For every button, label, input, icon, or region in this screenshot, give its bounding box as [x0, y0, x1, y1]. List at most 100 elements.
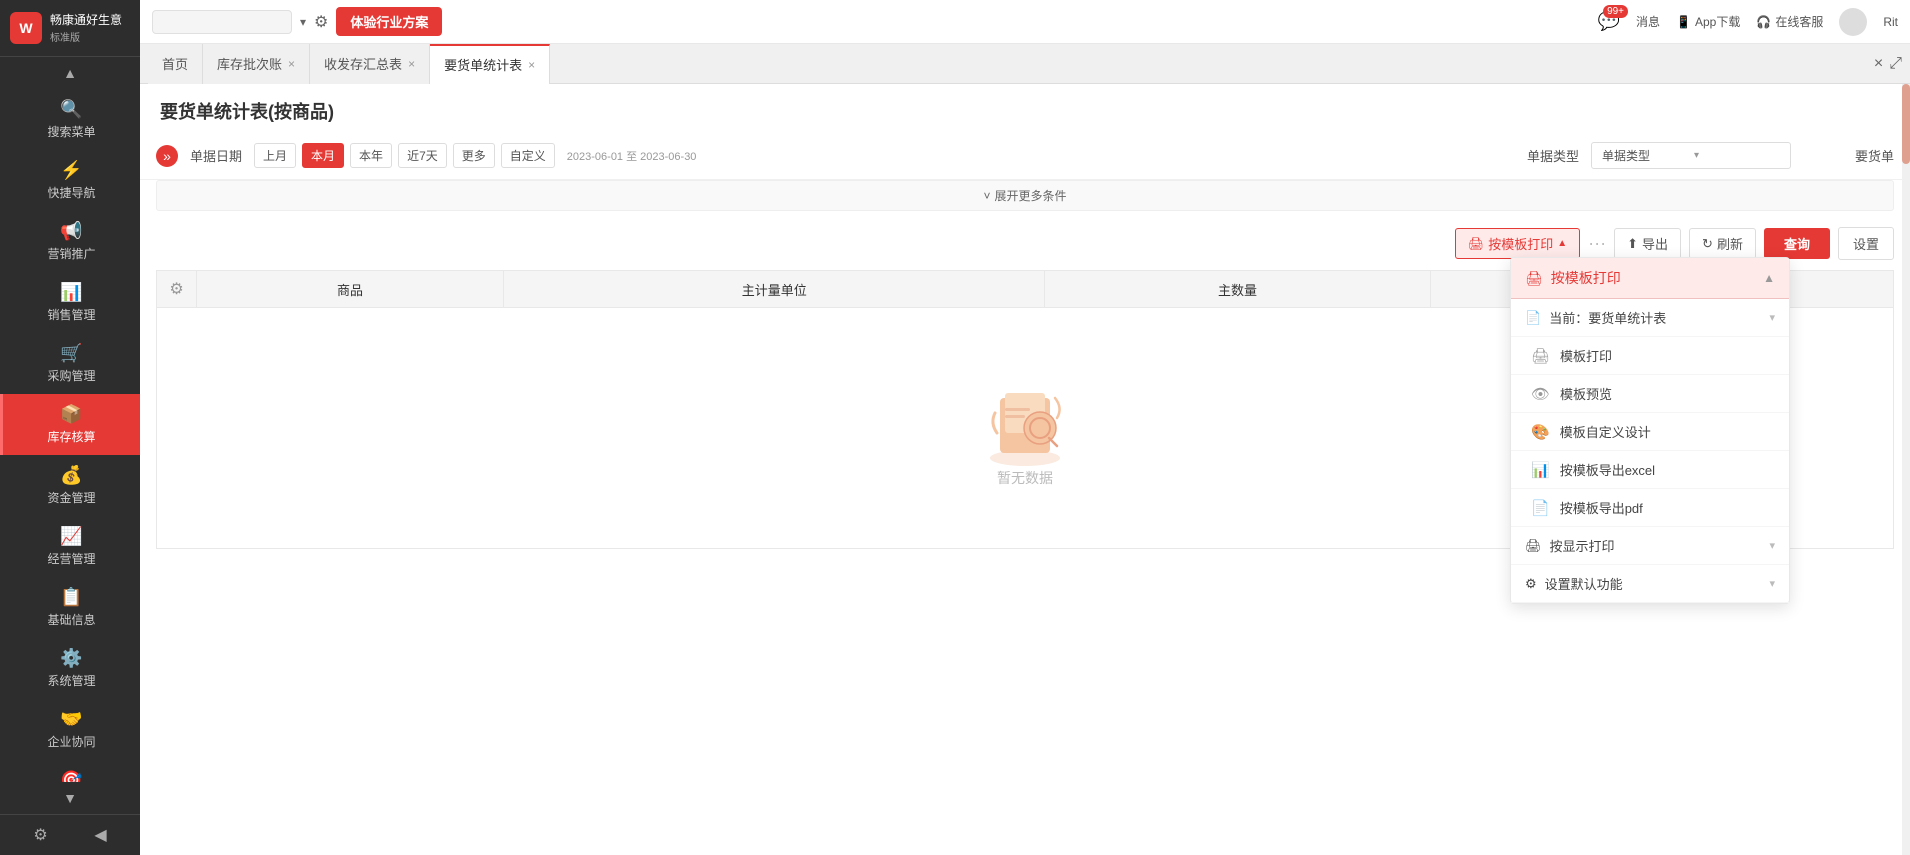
- collapse-sidebar-btn[interactable]: ◀: [94, 825, 106, 845]
- tabbar: 首页 库存批次账 × 收发存汇总表 × 要货单统计表 × × ⤢: [140, 44, 1910, 84]
- sidebar-item-system[interactable]: ⚙️ 系统管理: [0, 638, 140, 699]
- settings-btn[interactable]: 设置: [1838, 227, 1894, 260]
- refresh-btn[interactable]: ↻ 刷新: [1689, 228, 1756, 259]
- sidebar-item-quick-nav[interactable]: ⚡ 快捷导航: [0, 150, 140, 211]
- trending-icon: 📈: [60, 526, 82, 547]
- query-btn[interactable]: 查询: [1764, 228, 1830, 259]
- sidebar-item-operation[interactable]: 📈 经营管理: [0, 516, 140, 577]
- trial-btn[interactable]: 体验行业方案: [336, 7, 442, 36]
- refresh-label: 刷新: [1717, 234, 1743, 253]
- tab-batch-close[interactable]: ×: [288, 58, 295, 70]
- more-actions-btn[interactable]: ···: [1588, 233, 1606, 254]
- online-service-label: 在线客服: [1775, 13, 1823, 30]
- date-prev-month[interactable]: 上月: [254, 143, 296, 168]
- date-custom[interactable]: 自定义: [501, 143, 555, 168]
- tabbar-actions: × ⤢: [1874, 55, 1902, 73]
- col-settings-header: ⚙: [157, 271, 197, 308]
- col-qty-header: 主数量: [1045, 271, 1430, 308]
- display-print-icon: 🖨: [1525, 538, 1542, 554]
- date-more[interactable]: 更多: [453, 143, 495, 168]
- date-range-display: 2023-06-01 至 2023-06-30: [567, 148, 697, 164]
- sidebar-item-basic[interactable]: 📋 基础信息: [0, 577, 140, 638]
- default-icon: ⚙: [1525, 576, 1537, 592]
- app-download-link[interactable]: 📱 App下载: [1676, 13, 1740, 30]
- dropdown-template-custom-item[interactable]: 🎨 模板自定义设计: [1511, 413, 1789, 451]
- tab-close-all-btn[interactable]: ×: [1874, 55, 1883, 73]
- table-settings-btn[interactable]: ⚙: [169, 279, 183, 299]
- dropdown-collapse-btn[interactable]: ▲: [1763, 271, 1775, 285]
- user-avatar[interactable]: [1839, 8, 1867, 36]
- sidebar-item-label: 资金管理: [47, 489, 95, 506]
- tab-order-stat-close[interactable]: ×: [528, 59, 535, 71]
- tab-expand-btn[interactable]: ⤢: [1889, 55, 1902, 73]
- online-service-link[interactable]: 🎧 在线客服: [1756, 13, 1823, 30]
- money-icon: 💰: [60, 465, 82, 486]
- filter-expand-btn[interactable]: »: [156, 145, 178, 167]
- sidebar-item-marketing[interactable]: 📢 营销推广: [0, 211, 140, 272]
- date-options: 上月 本月 本年 近7天 更多 自定义: [254, 143, 555, 168]
- date-7days[interactable]: 近7天: [398, 143, 447, 168]
- chart-icon: 📊: [60, 282, 82, 303]
- empty-illustration: [975, 368, 1075, 468]
- expand-more-btn[interactable]: ˅ 展开更多条件: [156, 180, 1894, 211]
- template-custom-item-label: 模板自定义设计: [1560, 422, 1651, 441]
- logo-icon: W: [10, 12, 42, 44]
- tab-order-stat-label: 要货单统计表: [444, 55, 522, 74]
- message-btn[interactable]: 💬 99+: [1598, 11, 1620, 32]
- type-select[interactable]: 单据类型 ▾: [1591, 142, 1791, 169]
- right-scrollbar[interactable]: [1902, 84, 1910, 855]
- tab-home[interactable]: 首页: [148, 44, 203, 84]
- empty-text: 暂无数据: [997, 468, 1053, 488]
- sidebar-scroll-down[interactable]: ▼: [59, 786, 81, 810]
- main-content: 要货单统计表(按商品) » 单据日期 上月 本月 本年 近7天 更多 自定义 2…: [140, 84, 1910, 855]
- topbar-dropdown-arrow[interactable]: ▾: [300, 15, 306, 29]
- template-print-btn[interactable]: 🖨 按模板打印 ▲: [1455, 228, 1580, 259]
- sidebar-item-inventory[interactable]: 📦 库存核算: [0, 394, 140, 455]
- target-icon: 🎯: [60, 770, 82, 782]
- username-label[interactable]: Rit: [1883, 15, 1898, 29]
- lightning-icon: ⚡: [60, 160, 82, 181]
- date-year[interactable]: 本年: [350, 143, 392, 168]
- expand-more-label: 展开更多条件: [995, 187, 1067, 204]
- dropdown-template-excel-item[interactable]: 📊 按模板导出excel: [1511, 451, 1789, 489]
- current-template-label: 当前：要货单统计表: [1549, 308, 1666, 327]
- clipboard-icon: 📋: [60, 587, 82, 608]
- tab-batch[interactable]: 库存批次账 ×: [203, 44, 310, 84]
- print-icon: 🖨: [1531, 347, 1550, 365]
- sidebar-item-guide[interactable]: 🎯 新手引导: [0, 760, 140, 782]
- sidebar-item-finance[interactable]: 💰 资金管理: [0, 455, 140, 516]
- dropdown-template-print-item[interactable]: 🖨 模板打印: [1511, 337, 1789, 375]
- tab-receivable-close[interactable]: ×: [408, 58, 415, 70]
- display-print-section[interactable]: 🖨 按显示打印 ▾: [1511, 527, 1789, 565]
- tab-order-stat[interactable]: 要货单统计表 ×: [430, 44, 550, 84]
- current-template-item[interactable]: 📄 当前：要货单统计表 ▾: [1511, 299, 1789, 337]
- set-default-section[interactable]: ⚙ 设置默认功能 ▾: [1511, 565, 1789, 603]
- sidebar-item-search[interactable]: 🔍 搜索菜单: [0, 89, 140, 150]
- printer-icon: 🖨: [1468, 236, 1485, 252]
- sidebar-item-sales[interactable]: 📊 销售管理: [0, 272, 140, 333]
- template-print-up-arrow: ▲: [1557, 238, 1567, 249]
- sidebar-scroll-up[interactable]: ▲: [59, 61, 81, 85]
- export-btn[interactable]: ⬆ 导出: [1614, 228, 1681, 259]
- topbar-gear-icon[interactable]: ⚙: [314, 12, 328, 32]
- template-print-label: 按模板打印: [1488, 234, 1553, 253]
- set-default-arrow: ▾: [1769, 577, 1775, 590]
- scrollbar-thumb: [1902, 84, 1910, 164]
- type-filter-label: 单据类型: [1527, 146, 1579, 165]
- sidebar-item-label: 库存核算: [47, 428, 95, 445]
- sidebar-item-label: 营销推广: [47, 245, 95, 262]
- template-preview-item-label: 模板预览: [1560, 384, 1612, 403]
- search-icon: 🔍: [60, 99, 82, 120]
- dropdown-template-pdf-item[interactable]: 📄 按模板导出pdf: [1511, 489, 1789, 527]
- tab-receivable-label: 收发存汇总表: [324, 54, 402, 73]
- settings-bottom-icon[interactable]: ⚙: [33, 825, 47, 845]
- sidebar-item-purchase[interactable]: 🛒 采购管理: [0, 333, 140, 394]
- topbar-right: 💬 99+ 消息 📱 App下载 🎧 在线客服 Rit: [1598, 8, 1898, 36]
- sidebar-item-label: 搜索菜单: [47, 123, 95, 140]
- tab-home-label: 首页: [162, 54, 188, 73]
- dropdown-template-preview-item[interactable]: 👁 模板预览: [1511, 375, 1789, 413]
- topbar-search-input[interactable]: [152, 10, 292, 34]
- sidebar-item-collab[interactable]: 🤝 企业协同: [0, 699, 140, 760]
- date-current-month[interactable]: 本月: [302, 143, 344, 168]
- tab-receivable[interactable]: 收发存汇总表 ×: [310, 44, 430, 84]
